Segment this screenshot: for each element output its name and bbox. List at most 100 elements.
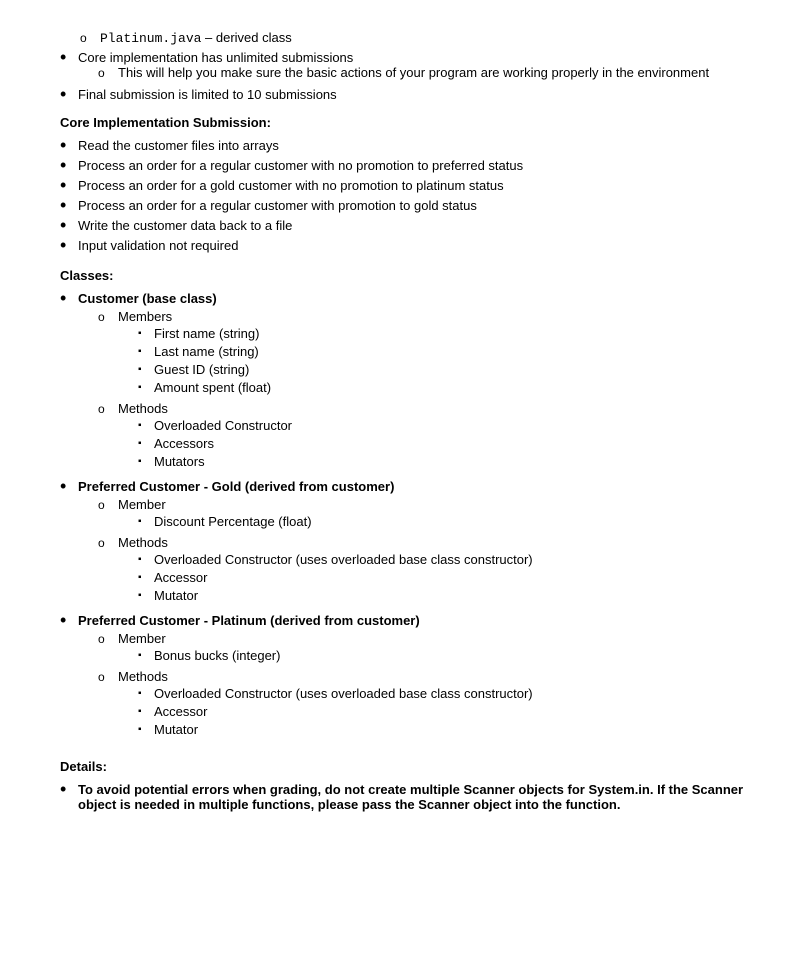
impl-text-1: Read the customer files into arrays <box>78 138 749 153</box>
platinum-filename: Platinum.java <box>100 31 201 46</box>
core-impl-header: Core Implementation Submission: <box>60 115 749 130</box>
class-gold-name: Preferred Customer - Gold (derived from … <box>78 479 394 494</box>
customer-methods: o Methods ▪ Overloaded Constructor <box>98 401 749 472</box>
gold-member-content: Member ▪ Discount Percentage (float) <box>118 497 749 532</box>
core-impl-list: • Read the customer files into arrays • … <box>60 138 749 254</box>
square-icon-15: ▪ <box>138 724 154 735</box>
member-amountspent-text: Amount spent (float) <box>154 380 749 395</box>
customer-methods-list: ▪ Overloaded Constructor ▪ Accessors ▪ <box>138 418 749 469</box>
circle-icon-8: o <box>98 670 118 684</box>
impl-text-3: Process an order for a gold customer wit… <box>78 178 749 193</box>
impl-text-4: Process an order for a regular customer … <box>78 198 749 213</box>
class-customer: • Customer (base class) o Members ▪ <box>60 291 749 475</box>
method-constructor-text: Overloaded Constructor <box>154 418 749 433</box>
member-guestid-text: Guest ID (string) <box>154 362 749 377</box>
details-item-1: • To avoid potential errors when grading… <box>60 782 749 812</box>
platinum-constructor: ▪ Overloaded Constructor (uses overloade… <box>138 686 749 701</box>
circle-icon-4: o <box>98 402 118 416</box>
circle-icon-5: o <box>98 498 118 512</box>
impl-text-2: Process an order for a regular customer … <box>78 158 749 173</box>
customer-sub-list: o Members ▪ First name (string) ▪ <box>98 309 749 472</box>
square-icon-5: ▪ <box>138 420 154 431</box>
platinum-accessor-text: Accessor <box>154 704 749 719</box>
square-icon-4: ▪ <box>138 382 154 393</box>
core-bullets-list: • Core implementation has unlimited subm… <box>60 50 749 103</box>
platinum-member: o Member ▪ Bonus bucks (integer) <box>98 631 749 666</box>
platinum-bonus: ▪ Bonus bucks (integer) <box>138 648 749 663</box>
square-icon-9: ▪ <box>138 554 154 565</box>
details-text-1: To avoid potential errors when grading, … <box>78 782 749 812</box>
method-mutators-text: Mutators <box>154 454 749 469</box>
classes-list: • Customer (base class) o Members ▪ <box>60 291 749 743</box>
class-gold-content: Preferred Customer - Gold (derived from … <box>78 479 749 609</box>
gold-discount-text: Discount Percentage (float) <box>154 514 749 529</box>
platinum-sub-list: o Member ▪ Bonus bucks (integer) <box>98 631 749 740</box>
methods-label: Methods <box>118 401 168 416</box>
bullet-icon-10: • <box>60 477 78 495</box>
bullet-icon-1: • <box>60 48 78 66</box>
square-icon-7: ▪ <box>138 456 154 467</box>
impl-item-3: • Process an order for a gold customer w… <box>60 178 749 194</box>
top-circle-list: o Platinum.java – derived class <box>80 30 749 46</box>
class-platinum-name: Preferred Customer - Platinum (derived f… <box>78 613 420 628</box>
classes-header: Classes: <box>60 268 749 283</box>
class-platinum: • Preferred Customer - Platinum (derived… <box>60 613 749 743</box>
circle-icon-3: o <box>98 310 118 324</box>
member-lastname: ▪ Last name (string) <box>138 344 749 359</box>
bullet-icon-3: • <box>60 136 78 154</box>
square-icon-2: ▪ <box>138 346 154 357</box>
platinum-mutator-text: Mutator <box>154 722 749 737</box>
customer-members-content: Members ▪ First name (string) ▪ Last nam… <box>118 309 749 398</box>
class-customer-content: Customer (base class) o Members ▪ First … <box>78 291 749 475</box>
gold-methods: o Methods ▪ Overloaded Constructor (uses… <box>98 535 749 606</box>
impl-item-2: • Process an order for a regular custome… <box>60 158 749 174</box>
bullet-icon-9: • <box>60 289 78 307</box>
gold-sub-list: o Member ▪ Discount Percentage (float) <box>98 497 749 606</box>
details-list: • To avoid potential errors when grading… <box>60 782 749 812</box>
bullet-icon-8: • <box>60 236 78 254</box>
customer-methods-content: Methods ▪ Overloaded Constructor ▪ Acces… <box>118 401 749 472</box>
gold-mutator: ▪ Mutator <box>138 588 749 603</box>
square-icon-10: ▪ <box>138 572 154 583</box>
gold-methods-label: Methods <box>118 535 168 550</box>
gold-member-list: ▪ Discount Percentage (float) <box>138 514 749 529</box>
square-icon-6: ▪ <box>138 438 154 449</box>
details-section: Details: • To avoid potential errors whe… <box>60 759 749 812</box>
bullet-icon-11: • <box>60 611 78 629</box>
class-gold: • Preferred Customer - Gold (derived fro… <box>60 479 749 609</box>
impl-item-1: • Read the customer files into arrays <box>60 138 749 154</box>
member-guestid: ▪ Guest ID (string) <box>138 362 749 377</box>
circle-icon-7: o <box>98 632 118 646</box>
class-customer-name: Customer (base class) <box>78 291 217 306</box>
square-icon-13: ▪ <box>138 688 154 699</box>
member-firstname-text: First name (string) <box>154 326 749 341</box>
gold-mutator-text: Mutator <box>154 588 749 603</box>
core-impl-section: Core Implementation Submission: • Read t… <box>60 115 749 254</box>
platinum-methods-content: Methods ▪ Overloaded Constructor (uses o… <box>118 669 749 740</box>
bullet-icon-2: • <box>60 85 78 103</box>
customer-members: o Members ▪ First name (string) ▪ <box>98 309 749 398</box>
square-icon-1: ▪ <box>138 328 154 339</box>
square-icon-11: ▪ <box>138 590 154 601</box>
core-bullet-1: • Core implementation has unlimited subm… <box>60 50 749 83</box>
platinum-member-content: Member ▪ Bonus bucks (integer) <box>118 631 749 666</box>
page-content: o Platinum.java – derived class • Core i… <box>0 0 809 856</box>
impl-text-6: Input validation not required <box>78 238 749 253</box>
gold-methods-list: ▪ Overloaded Constructor (uses overloade… <box>138 552 749 603</box>
gold-discount: ▪ Discount Percentage (float) <box>138 514 749 529</box>
gold-accessor: ▪ Accessor <box>138 570 749 585</box>
platinum-methods-label: Methods <box>118 669 168 684</box>
gold-constructor: ▪ Overloaded Constructor (uses overloade… <box>138 552 749 567</box>
square-icon-12: ▪ <box>138 650 154 661</box>
method-accessors-text: Accessors <box>154 436 749 451</box>
impl-item-6: • Input validation not required <box>60 238 749 254</box>
core-sub-text-1: This will help you make sure the basic a… <box>118 65 749 80</box>
bullet-icon-12: • <box>60 780 78 798</box>
circle-icon-2: o <box>98 66 118 80</box>
member-lastname-text: Last name (string) <box>154 344 749 359</box>
circle-icon: o <box>80 31 100 45</box>
core-sub-list-1: o This will help you make sure the basic… <box>98 65 749 80</box>
platinum-item: o Platinum.java – derived class <box>80 30 749 46</box>
method-accessors: ▪ Accessors <box>138 436 749 451</box>
core-bullet-2: • Final submission is limited to 10 subm… <box>60 87 749 103</box>
